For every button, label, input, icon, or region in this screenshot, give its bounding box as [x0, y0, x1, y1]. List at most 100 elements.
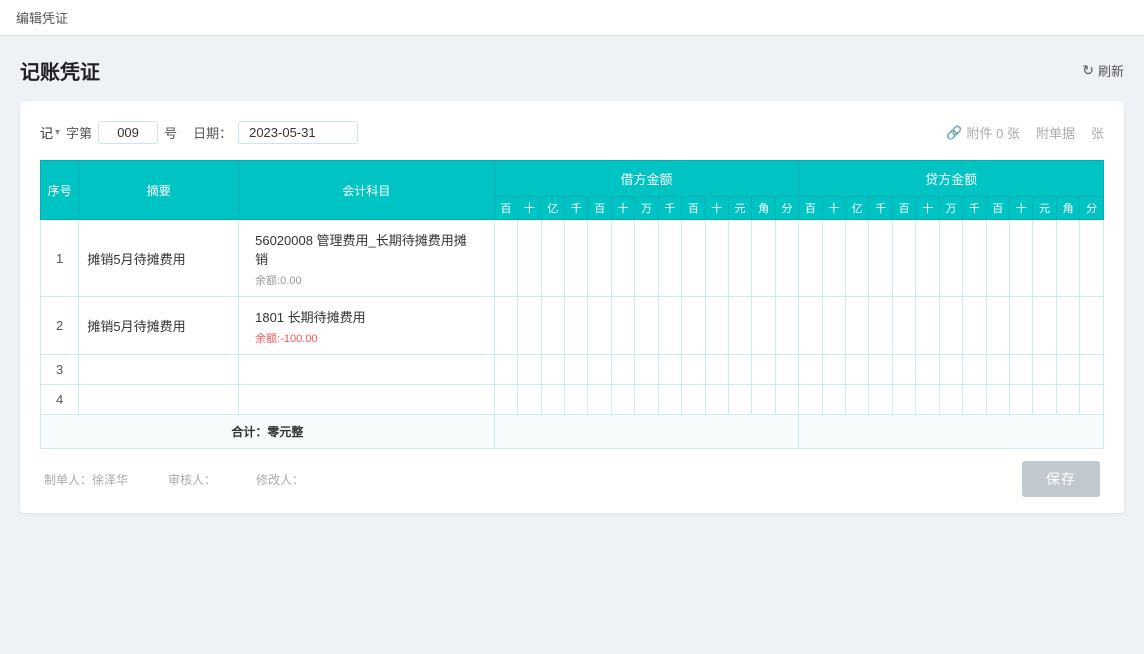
row-credit-3-0[interactable]	[799, 385, 822, 415]
row-credit-3-11[interactable]	[1056, 385, 1079, 415]
row-debit-0-6[interactable]	[635, 220, 658, 297]
row-debit-1-6[interactable]	[635, 297, 658, 355]
row-credit-0-6[interactable]	[939, 220, 962, 297]
row-credit-2-9[interactable]	[1010, 355, 1033, 385]
row-credit-2-6[interactable]	[939, 355, 962, 385]
row-credit-3-12[interactable]	[1080, 385, 1104, 415]
row-credit-1-8[interactable]	[986, 297, 1009, 355]
row-credit-3-10[interactable]	[1033, 385, 1056, 415]
row-credit-1-10[interactable]	[1033, 297, 1056, 355]
row-credit-0-3[interactable]	[869, 220, 892, 297]
row-credit-0-5[interactable]	[916, 220, 939, 297]
row-debit-1-12[interactable]	[775, 297, 798, 355]
row-credit-2-10[interactable]	[1033, 355, 1056, 385]
date-input[interactable]	[238, 121, 358, 144]
row-credit-1-3[interactable]	[869, 297, 892, 355]
row-debit-2-9[interactable]	[705, 355, 728, 385]
row-debit-3-9[interactable]	[705, 385, 728, 415]
row-debit-1-4[interactable]	[588, 297, 611, 355]
row-debit-3-10[interactable]	[728, 385, 751, 415]
row-credit-0-12[interactable]	[1080, 220, 1104, 297]
attachment-sheet[interactable]: 附单据	[1036, 123, 1075, 142]
row-debit-2-7[interactable]	[658, 355, 681, 385]
voucher-type-dropdown[interactable]: 记 ▾	[40, 123, 60, 142]
refresh-button[interactable]: ↻ 刷新	[1082, 61, 1124, 80]
row-credit-0-8[interactable]	[986, 220, 1009, 297]
row-credit-0-11[interactable]	[1056, 220, 1079, 297]
row-debit-0-5[interactable]	[611, 220, 634, 297]
row-debit-2-12[interactable]	[775, 355, 798, 385]
row-debit-0-3[interactable]	[565, 220, 588, 297]
row-debit-3-7[interactable]	[658, 385, 681, 415]
row-debit-2-1[interactable]	[518, 355, 541, 385]
row-summary-2[interactable]	[79, 355, 239, 385]
row-credit-1-12[interactable]	[1080, 297, 1104, 355]
row-credit-3-6[interactable]	[939, 385, 962, 415]
row-account-0[interactable]: 56020008 管理费用_长期待摊费用摊销余额:0.00	[239, 220, 495, 297]
row-credit-2-7[interactable]	[963, 355, 986, 385]
row-credit-1-5[interactable]	[916, 297, 939, 355]
row-credit-0-2[interactable]	[846, 220, 869, 297]
row-credit-2-11[interactable]	[1056, 355, 1079, 385]
row-credit-0-10[interactable]	[1033, 220, 1056, 297]
zi-number-input[interactable]	[98, 121, 158, 144]
row-credit-2-8[interactable]	[986, 355, 1009, 385]
row-debit-0-1[interactable]	[518, 220, 541, 297]
row-debit-3-2[interactable]	[541, 385, 564, 415]
row-debit-2-8[interactable]	[682, 355, 705, 385]
row-credit-3-3[interactable]	[869, 385, 892, 415]
row-summary-1[interactable]: 摊销5月待摊费用	[79, 297, 239, 355]
row-credit-1-9[interactable]	[1010, 297, 1033, 355]
row-credit-0-9[interactable]	[1010, 220, 1033, 297]
row-debit-1-2[interactable]	[541, 297, 564, 355]
row-debit-3-4[interactable]	[588, 385, 611, 415]
row-credit-2-2[interactable]	[846, 355, 869, 385]
attachment-link[interactable]: 🔗 附件 0 张	[946, 123, 1020, 142]
row-credit-2-12[interactable]	[1080, 355, 1104, 385]
row-credit-2-3[interactable]	[869, 355, 892, 385]
row-debit-3-0[interactable]	[494, 385, 517, 415]
row-credit-0-1[interactable]	[822, 220, 845, 297]
row-debit-0-2[interactable]	[541, 220, 564, 297]
row-debit-1-3[interactable]	[565, 297, 588, 355]
row-debit-0-8[interactable]	[682, 220, 705, 297]
row-credit-3-4[interactable]	[892, 385, 915, 415]
row-debit-3-8[interactable]	[682, 385, 705, 415]
row-credit-1-0[interactable]	[799, 297, 822, 355]
row-credit-2-4[interactable]	[892, 355, 915, 385]
row-debit-0-11[interactable]	[752, 220, 775, 297]
row-debit-1-1[interactable]	[518, 297, 541, 355]
row-debit-2-10[interactable]	[728, 355, 751, 385]
row-debit-3-5[interactable]	[611, 385, 634, 415]
row-credit-0-4[interactable]	[892, 220, 915, 297]
row-summary-0[interactable]: 摊销5月待摊费用	[79, 220, 239, 297]
row-credit-2-1[interactable]	[822, 355, 845, 385]
row-credit-2-0[interactable]	[799, 355, 822, 385]
row-credit-3-5[interactable]	[916, 385, 939, 415]
row-credit-1-11[interactable]	[1056, 297, 1079, 355]
row-debit-1-5[interactable]	[611, 297, 634, 355]
row-debit-2-6[interactable]	[635, 355, 658, 385]
row-debit-0-7[interactable]	[658, 220, 681, 297]
row-debit-0-4[interactable]	[588, 220, 611, 297]
row-debit-1-0[interactable]	[494, 297, 517, 355]
row-account-1[interactable]: 1801 长期待摊费用余额:-100.00	[239, 297, 495, 355]
row-debit-3-3[interactable]	[565, 385, 588, 415]
row-credit-1-7[interactable]	[963, 297, 986, 355]
save-button[interactable]: 保存	[1022, 461, 1100, 497]
row-account-3[interactable]	[239, 385, 495, 415]
row-debit-1-10[interactable]	[728, 297, 751, 355]
row-credit-0-0[interactable]	[799, 220, 822, 297]
row-debit-0-0[interactable]	[494, 220, 517, 297]
row-credit-2-5[interactable]	[916, 355, 939, 385]
row-debit-2-5[interactable]	[611, 355, 634, 385]
row-credit-1-2[interactable]	[846, 297, 869, 355]
row-debit-2-0[interactable]	[494, 355, 517, 385]
row-debit-3-11[interactable]	[752, 385, 775, 415]
row-debit-0-9[interactable]	[705, 220, 728, 297]
row-debit-1-9[interactable]	[705, 297, 728, 355]
row-debit-2-3[interactable]	[565, 355, 588, 385]
row-debit-2-2[interactable]	[541, 355, 564, 385]
row-credit-3-7[interactable]	[963, 385, 986, 415]
row-debit-1-8[interactable]	[682, 297, 705, 355]
